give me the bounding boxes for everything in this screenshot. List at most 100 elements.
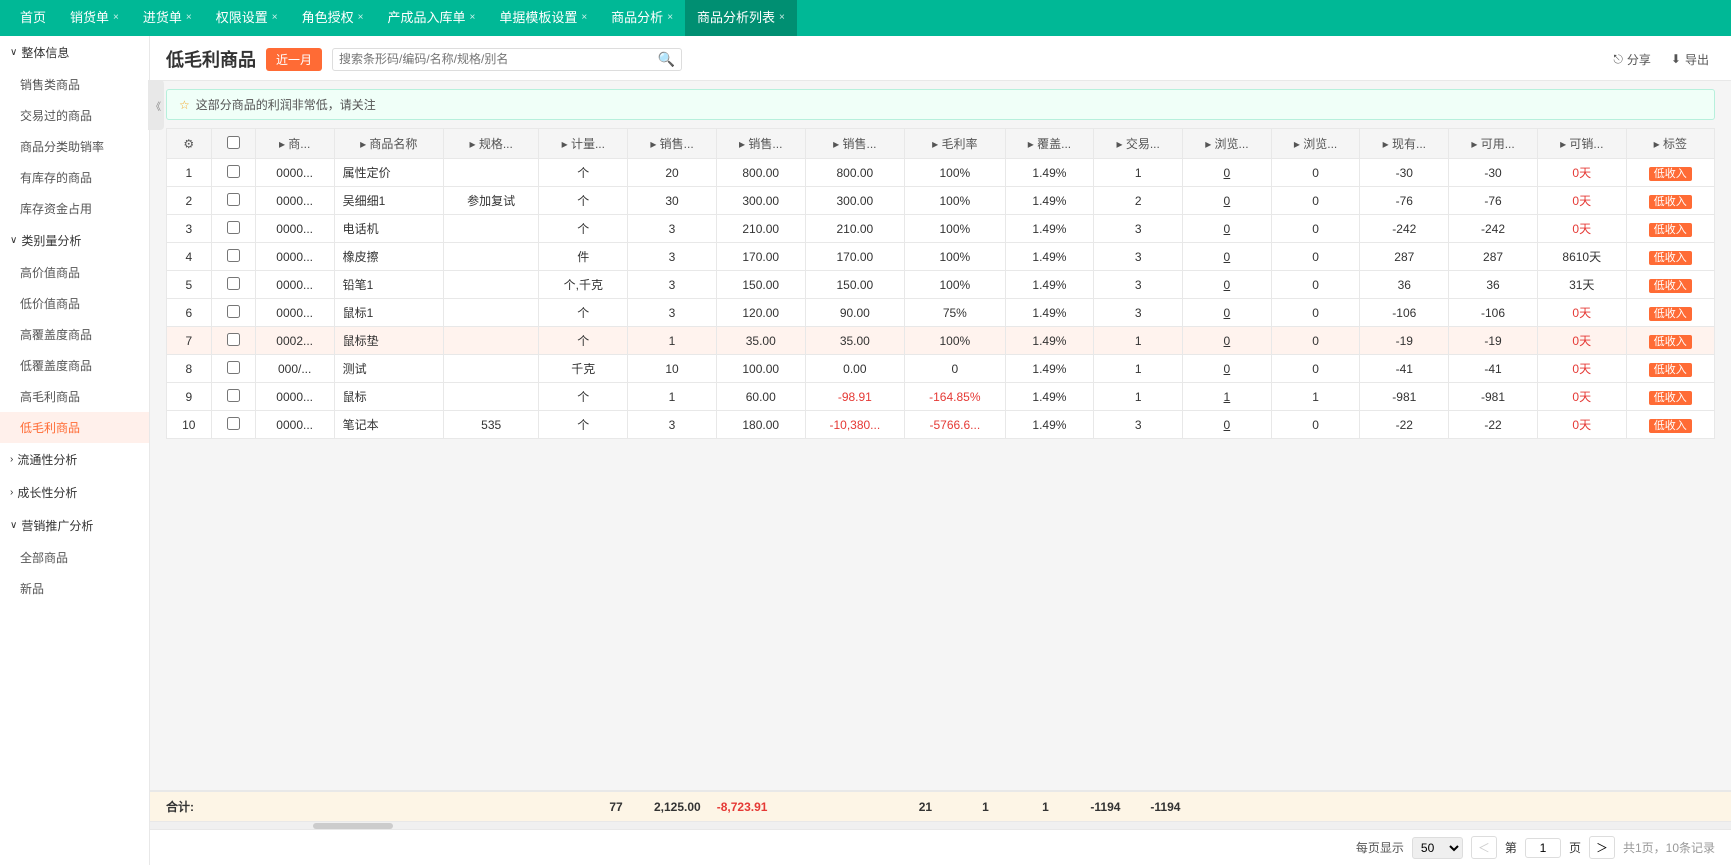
cell-view1[interactable]: 0	[1183, 411, 1272, 439]
nav-purchase-order[interactable]: 进货单 ×	[131, 0, 204, 36]
nav-close-inbound[interactable]: ×	[469, 0, 475, 36]
cell-checkbox[interactable]	[211, 383, 255, 411]
cell-view2: 0	[1271, 187, 1360, 215]
top-nav: 首页 销货单 × 进货单 × 权限设置 × 角色授权 × 产成品入库单 × 单据…	[0, 0, 1731, 36]
sidebar-item-high-margin[interactable]: 高毛利商品	[0, 381, 149, 412]
cell-spec	[443, 327, 539, 355]
cell-available: -22	[1449, 411, 1538, 439]
nav-product-analysis[interactable]: 商品分析 ×	[599, 0, 685, 36]
nav-close-analysis[interactable]: ×	[667, 0, 673, 36]
cell-view1[interactable]: 0	[1183, 187, 1272, 215]
cell-checkbox[interactable]	[211, 243, 255, 271]
nav-close-sales[interactable]: ×	[113, 0, 119, 36]
cell-view1[interactable]: 0	[1183, 327, 1272, 355]
cell-checkbox[interactable]	[211, 411, 255, 439]
cell-view1[interactable]: 0	[1183, 215, 1272, 243]
row-checkbox[interactable]	[227, 193, 240, 206]
cell-checkbox[interactable]	[211, 159, 255, 187]
nav-close-template[interactable]: ×	[581, 0, 587, 36]
row-checkbox[interactable]	[227, 249, 240, 262]
nav-close-analysis-list[interactable]: ×	[779, 0, 785, 36]
cell-current: 36	[1360, 271, 1449, 299]
horizontal-scrollbar[interactable]	[150, 821, 1731, 829]
table-container[interactable]: ⚙ ▸ 商... ▸ 商品名称 ▸ 规格... ▸ 计量... ▸ 销售... …	[150, 128, 1731, 790]
sidebar-item-inventory-goods[interactable]: 有库存的商品	[0, 162, 149, 193]
page-number-input[interactable]	[1525, 838, 1561, 858]
cell-tag: 低收入	[1626, 383, 1714, 411]
sidebar-item-low-value[interactable]: 低价值商品	[0, 288, 149, 319]
sidebar-item-traded-goods[interactable]: 交易过的商品	[0, 100, 149, 131]
nav-close-purchase[interactable]: ×	[186, 0, 192, 36]
cell-checkbox[interactable]	[211, 327, 255, 355]
page-size-select[interactable]: 50 100 200	[1412, 837, 1463, 859]
sidebar-item-all-goods[interactable]: 全部商品	[0, 542, 149, 573]
sidebar-item-sales-goods[interactable]: 销售类商品	[0, 69, 149, 100]
cell-checkbox[interactable]	[211, 187, 255, 215]
row-checkbox[interactable]	[227, 277, 240, 290]
nav-close-permission[interactable]: ×	[272, 0, 278, 36]
export-button[interactable]: ⬇ 导出	[1665, 48, 1715, 71]
cell-spec: 535	[443, 411, 539, 439]
sidebar-item-category-rate[interactable]: 商品分类助销率	[0, 131, 149, 162]
cell-coverage: 1.49%	[1005, 215, 1094, 243]
cell-gross-rate: 100%	[905, 187, 1005, 215]
row-checkbox[interactable]	[227, 361, 240, 374]
row-checkbox[interactable]	[227, 389, 240, 402]
cell-checkbox[interactable]	[211, 299, 255, 327]
cell-trade: 1	[1094, 327, 1183, 355]
cell-coverage: 1.49%	[1005, 187, 1094, 215]
nav-role-auth[interactable]: 角色授权 ×	[290, 0, 376, 36]
col-settings[interactable]: ⚙	[167, 129, 212, 159]
nav-home[interactable]: 首页	[8, 0, 58, 36]
search-input[interactable]	[339, 52, 658, 66]
cell-checkbox[interactable]	[211, 355, 255, 383]
nav-template-settings[interactable]: 单据模板设置 ×	[487, 0, 599, 36]
select-all-checkbox[interactable]	[227, 136, 240, 149]
cell-view1[interactable]: 0	[1183, 159, 1272, 187]
sidebar-group-marketing[interactable]: ∨ 营销推广分析	[0, 509, 149, 542]
cell-view1[interactable]: 1	[1183, 383, 1272, 411]
sidebar-group-overview[interactable]: ∨ 整体信息	[0, 36, 149, 69]
cell-trade: 3	[1094, 243, 1183, 271]
prev-page-button[interactable]: ＜	[1471, 836, 1497, 859]
nav-product-inbound[interactable]: 产成品入库单 ×	[375, 0, 487, 36]
sidebar-collapse-btn[interactable]: 《	[148, 80, 164, 130]
row-checkbox[interactable]	[227, 305, 240, 318]
cell-checkbox[interactable]	[211, 215, 255, 243]
row-checkbox[interactable]	[227, 333, 240, 346]
cell-trade: 1	[1094, 383, 1183, 411]
sidebar-item-low-coverage[interactable]: 低覆盖度商品	[0, 350, 149, 381]
cell-view1[interactable]: 0	[1183, 271, 1272, 299]
sidebar-item-new-goods[interactable]: 新品	[0, 573, 149, 604]
row-checkbox[interactable]	[227, 165, 240, 178]
cell-tag: 低收入	[1626, 159, 1714, 187]
nav-close-role[interactable]: ×	[358, 0, 364, 36]
cell-current: 287	[1360, 243, 1449, 271]
cell-trade: 2	[1094, 187, 1183, 215]
cell-checkbox[interactable]	[211, 271, 255, 299]
sidebar-group-growth[interactable]: › 成长性分析	[0, 476, 149, 509]
cell-name: 测试	[334, 355, 443, 383]
scrollbar-thumb[interactable]	[313, 823, 393, 829]
nav-sales-order[interactable]: 销货单 ×	[58, 0, 131, 36]
filter-recent-month-button[interactable]: 近一月	[266, 48, 322, 71]
sidebar-item-high-value[interactable]: 高价值商品	[0, 257, 149, 288]
share-button[interactable]: ⎋ 分享	[1607, 48, 1657, 71]
sidebar-item-capital-usage[interactable]: 库存资金占用	[0, 193, 149, 224]
cell-view1[interactable]: 0	[1183, 299, 1272, 327]
sidebar-item-high-coverage[interactable]: 高覆盖度商品	[0, 319, 149, 350]
cell-view1[interactable]: 0	[1183, 243, 1272, 271]
cell-view2: 0	[1271, 271, 1360, 299]
search-icon[interactable]: 🔍	[658, 51, 675, 68]
nav-product-analysis-list[interactable]: 商品分析列表 ×	[685, 0, 797, 36]
row-checkbox[interactable]	[227, 417, 240, 430]
cell-sellable: 0天	[1537, 355, 1626, 383]
row-checkbox[interactable]	[227, 221, 240, 234]
sidebar-group-flow[interactable]: › 流通性分析	[0, 443, 149, 476]
chevron-right-icon: ›	[10, 454, 13, 465]
cell-view1[interactable]: 0	[1183, 355, 1272, 383]
sidebar-group-category[interactable]: ∨ 类别量分析	[0, 224, 149, 257]
sidebar-item-low-margin[interactable]: 低毛利商品	[0, 412, 149, 443]
nav-permission[interactable]: 权限设置 ×	[204, 0, 290, 36]
next-page-button[interactable]: ＞	[1589, 836, 1615, 859]
